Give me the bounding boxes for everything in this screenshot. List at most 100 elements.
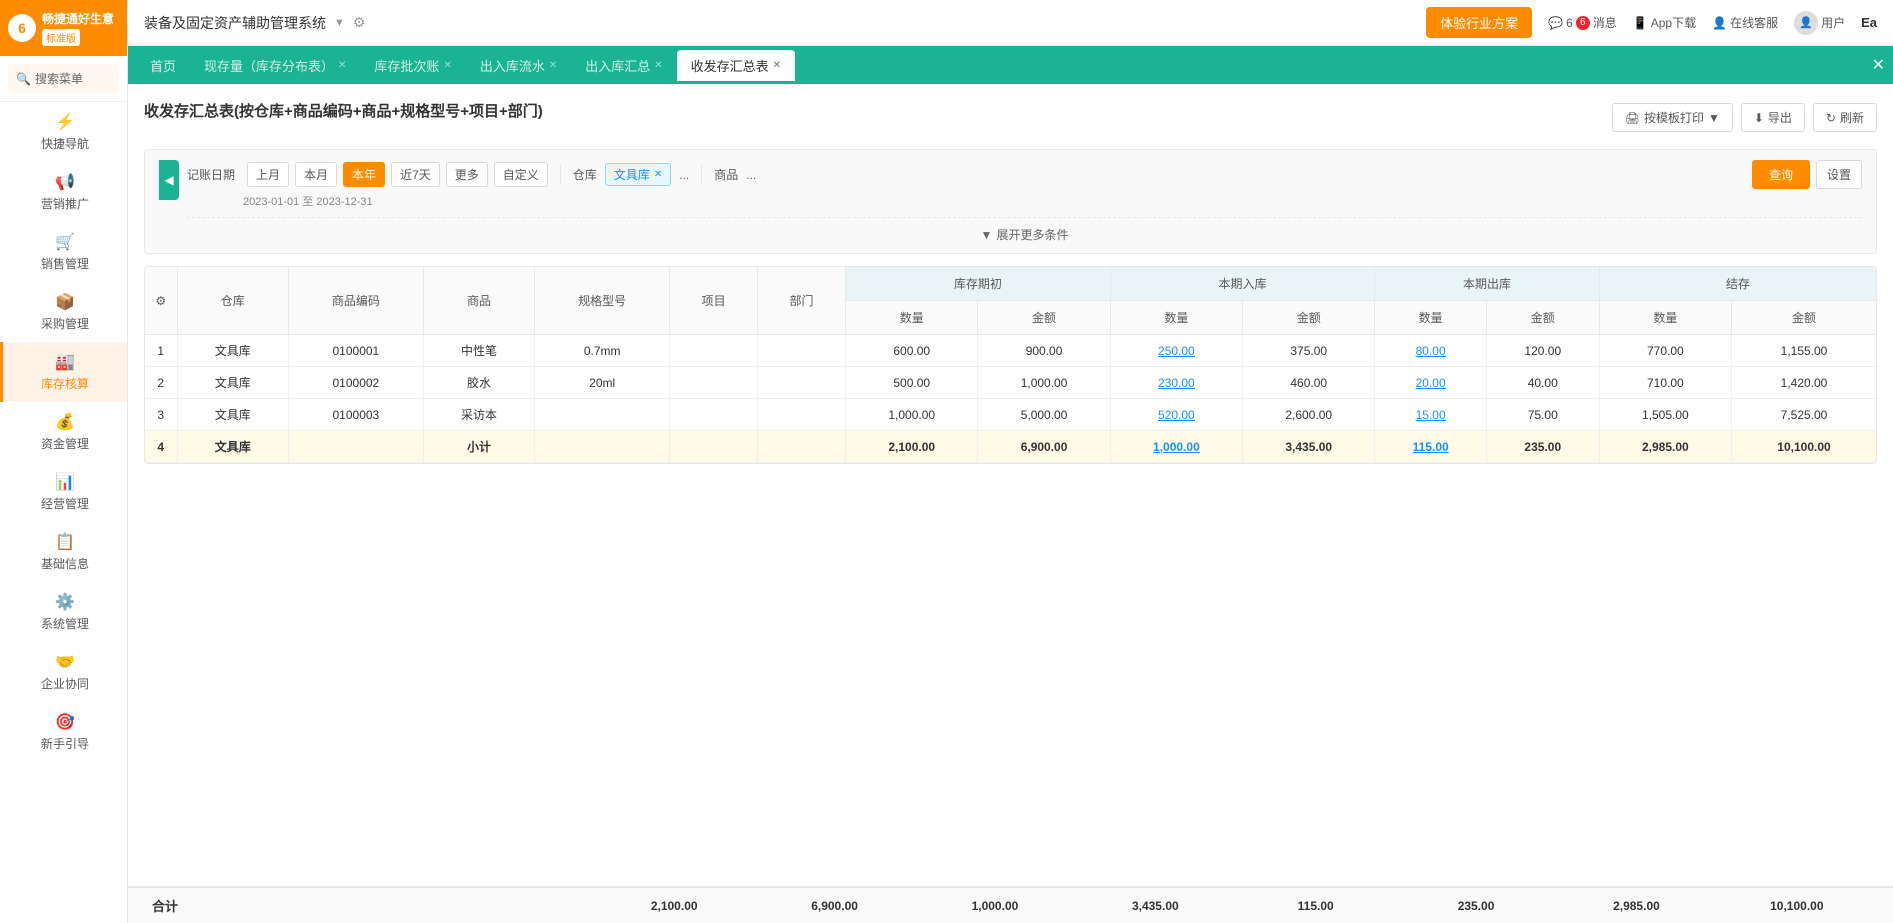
table-settings-icon[interactable]: ⚙	[155, 294, 166, 308]
sidebar-item-base-info[interactable]: 📋 基础信息	[0, 522, 127, 582]
th-project: 项目	[670, 267, 758, 335]
date-btn-7days[interactable]: 近7天	[391, 162, 440, 187]
footer-total-label: 合计	[152, 896, 178, 915]
experience-btn[interactable]: 体验行业方案	[1426, 7, 1532, 38]
cell-in-qty[interactable]: 250.00	[1110, 335, 1242, 367]
warehouse-tag-close-icon[interactable]: ✕	[654, 169, 662, 180]
online-service-area[interactable]: 👤 在线客服	[1712, 14, 1778, 31]
cell-balance-amt: 10,100.00	[1732, 431, 1877, 463]
sidebar-item-label: 资金管理	[41, 435, 89, 452]
date-label: 记账日期	[187, 166, 235, 183]
filter-goods-area: 商品 ...	[714, 166, 756, 183]
tabs-close-all[interactable]: ✕	[1872, 55, 1885, 75]
sidebar-item-marketing[interactable]: 📢 营销推广	[0, 162, 127, 222]
footer-values: 2,100.00 6,900.00 1,000.00 3,435.00 115.…	[594, 899, 1877, 913]
footer-out-amt: 235.00	[1396, 899, 1556, 913]
sidebar-item-sales[interactable]: 🛒 销售管理	[0, 222, 127, 282]
notifications-label: 6	[1566, 16, 1573, 30]
tab-inout-summary[interactable]: 出入库汇总 ✕	[571, 50, 676, 81]
sidebar-item-system[interactable]: ⚙️ 系统管理	[0, 582, 127, 642]
cell-no: 2	[145, 367, 177, 399]
sidebar-item-enterprise[interactable]: 🤝 企业协同	[0, 642, 127, 702]
quick-nav-icon: ⚡	[55, 112, 75, 132]
tab-home[interactable]: 首页	[136, 50, 190, 81]
cell-balance-amt: 7,525.00	[1732, 399, 1877, 431]
cell-in-qty[interactable]: 230.00	[1110, 367, 1242, 399]
goods-more[interactable]: ...	[746, 168, 756, 182]
cell-no: 3	[145, 399, 177, 431]
tab-stock-dist[interactable]: 现存量（库存分布表） ✕	[190, 50, 360, 81]
print-label: 按模板打印	[1644, 109, 1704, 126]
date-btn-more[interactable]: 更多	[446, 162, 488, 187]
sidebar-item-purchase[interactable]: 📦 采购管理	[0, 282, 127, 342]
table-row: 1文具库0100001中性笔0.7mm600.00900.00250.00375…	[145, 335, 1876, 367]
cell-out-qty[interactable]: 20.00	[1375, 367, 1486, 399]
tab-recv-send-close[interactable]: ✕	[773, 60, 781, 71]
th-init-amt: 金额	[978, 301, 1110, 335]
sales-icon: 🛒	[55, 232, 75, 252]
cell-out-qty[interactable]: 115.00	[1375, 431, 1486, 463]
filter-bar: ◀ 记账日期 上月 本月 本年 近7天 更多 自定义	[144, 149, 1877, 254]
user-area[interactable]: 👤 用户	[1794, 11, 1845, 35]
settings-gear-icon[interactable]: ⚙	[353, 14, 366, 31]
sidebar-item-inventory[interactable]: 🏭 库存核算	[0, 342, 127, 402]
cell-in-qty[interactable]: 1,000.00	[1110, 431, 1242, 463]
sidebar-item-guide[interactable]: 🎯 新手引导	[0, 702, 127, 762]
cell-balance-qty: 770.00	[1599, 335, 1731, 367]
app-download-area[interactable]: 📱 App下载	[1633, 14, 1696, 31]
query-btn[interactable]: 查询	[1752, 160, 1810, 189]
tabs-bar: 首页 现存量（库存分布表） ✕ 库存批次账 ✕ 出入库流水 ✕ 出入库汇总 ✕ …	[128, 46, 1893, 84]
cell-out-qty[interactable]: 15.00	[1375, 399, 1486, 431]
system-title-area: 装备及固定资产辅助管理系统 ▼ ⚙	[144, 13, 1410, 33]
refresh-icon: ↻	[1826, 111, 1836, 125]
date-btn-custom[interactable]: 自定义	[494, 162, 548, 187]
print-icon: 🖨	[1625, 111, 1640, 125]
warehouse-tag[interactable]: 文具库 ✕	[605, 163, 671, 186]
cell-out-qty[interactable]: 80.00	[1375, 335, 1486, 367]
cell-project	[670, 367, 758, 399]
table-row: 3文具库0100003采访本1,000.005,000.00520.002,60…	[145, 399, 1876, 431]
footer-balance-amt: 10,100.00	[1717, 899, 1877, 913]
print-template-btn[interactable]: 🖨 按模板打印 ▼	[1612, 103, 1733, 132]
filter-divider-1	[560, 165, 561, 185]
header-actions: 💬 6 6 消息 📱 App下载 👤 在线客服 👤 用户 Ea	[1548, 11, 1877, 35]
tab-inout-flow-close[interactable]: ✕	[549, 60, 557, 71]
filter-settings-btn[interactable]: 设置	[1816, 160, 1862, 189]
cell-spec	[535, 431, 670, 463]
export-btn[interactable]: ⬇ 导出	[1741, 103, 1805, 132]
tab-recv-send[interactable]: 收发存汇总表 ✕	[677, 50, 795, 81]
sidebar-item-operations[interactable]: 📊 经营管理	[0, 462, 127, 522]
cell-init-amt: 5,000.00	[978, 399, 1110, 431]
th-init-qty: 数量	[846, 301, 978, 335]
filter-collapse-btn[interactable]: ◀	[159, 160, 179, 200]
tab-batch-ledger[interactable]: 库存批次账 ✕	[360, 50, 465, 81]
tab-stock-dist-close[interactable]: ✕	[338, 60, 346, 71]
date-btn-last-month[interactable]: 上月	[247, 162, 289, 187]
notifications-area[interactable]: 💬 6 6 消息	[1548, 14, 1617, 31]
th-settings[interactable]: ⚙	[145, 267, 177, 335]
cell-in-qty[interactable]: 520.00	[1110, 399, 1242, 431]
th-name: 商品	[423, 267, 534, 335]
warehouse-more[interactable]: ...	[679, 168, 689, 182]
sidebar-item-finance[interactable]: 💰 资金管理	[0, 402, 127, 462]
tab-home-label: 首页	[150, 56, 176, 75]
sidebar-item-label: 新手引导	[41, 735, 89, 752]
th-spec: 规格型号	[535, 267, 670, 335]
data-table: ⚙ 仓库 商品编码 商品 规格型号 项目 部门 库存期初 本期入库 本期出库 结…	[145, 267, 1876, 463]
search-menu-button[interactable]: 🔍 搜索菜单	[8, 64, 119, 93]
date-btn-this-year[interactable]: 本年	[343, 162, 385, 187]
expand-more-btn[interactable]: ▼ 展开更多条件	[187, 217, 1862, 243]
date-btn-this-month[interactable]: 本月	[295, 162, 337, 187]
sidebar-item-quick-nav[interactable]: ⚡ 快捷导航	[0, 102, 127, 162]
inventory-icon: 🏭	[55, 352, 75, 372]
print-chevron-icon: ▼	[1708, 111, 1720, 125]
tab-inout-summary-close[interactable]: ✕	[654, 60, 662, 71]
search-icon: 🔍	[16, 72, 31, 86]
th-in-qty: 数量	[1110, 301, 1242, 335]
refresh-btn[interactable]: ↻ 刷新	[1813, 103, 1877, 132]
page-content: 收发存汇总表(按仓库+商品编码+商品+规格型号+项目+部门) 🖨 按模板打印 ▼…	[128, 84, 1893, 886]
tab-inout-flow[interactable]: 出入库流水 ✕	[466, 50, 571, 81]
warehouse-label: 仓库	[573, 166, 597, 183]
cell-name: 中性笔	[423, 335, 534, 367]
tab-batch-ledger-close[interactable]: ✕	[443, 60, 451, 71]
